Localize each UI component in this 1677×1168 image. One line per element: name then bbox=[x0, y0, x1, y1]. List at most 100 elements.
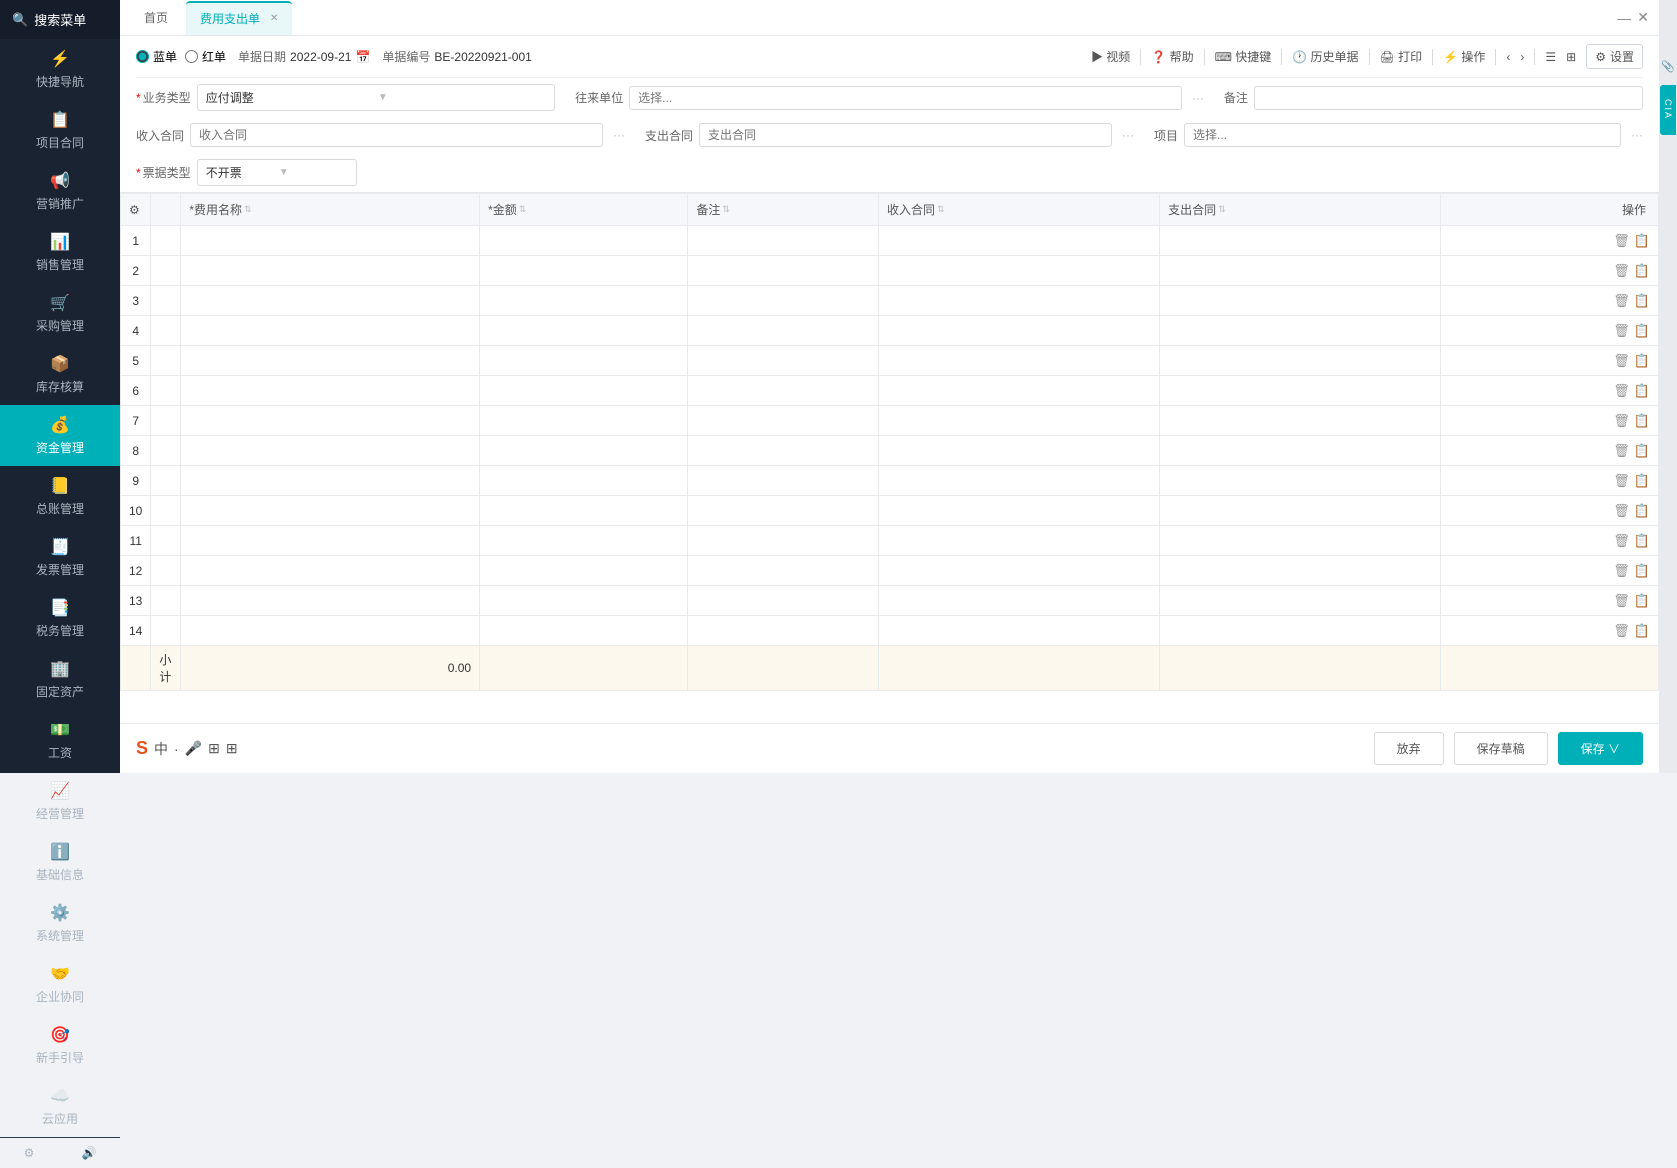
sidebar-item-sys[interactable]: ⚙️ 系统管理 bbox=[0, 893, 120, 954]
radio-blue-label[interactable]: 蓝单 bbox=[136, 48, 177, 65]
copy-icon[interactable]: 📋 bbox=[1634, 533, 1650, 548]
copy-icon[interactable]: 📋 bbox=[1634, 383, 1650, 398]
delete-icon[interactable]: 🗑 bbox=[1613, 503, 1630, 518]
tab-close-icon[interactable]: ✕ bbox=[270, 13, 278, 24]
action-print[interactable]: 🖨 打印 bbox=[1380, 48, 1423, 65]
subtotal-empty3 bbox=[879, 646, 1160, 691]
sidebar-item-collab[interactable]: 🤝 企业协同 bbox=[0, 954, 120, 1015]
copy-icon[interactable]: 📋 bbox=[1634, 443, 1650, 458]
radio-blue[interactable] bbox=[136, 50, 149, 63]
sidebar-item-assets[interactable]: 🏢 固定资产 bbox=[0, 649, 120, 710]
remark-input[interactable] bbox=[1254, 86, 1643, 110]
copy-icon[interactable]: 📋 bbox=[1634, 263, 1650, 278]
copy-icon[interactable]: 📋 bbox=[1634, 413, 1650, 428]
delete-icon[interactable]: 🗑 bbox=[1613, 533, 1630, 548]
sidebar-item-purchase[interactable]: 🛒 采购管理 bbox=[0, 283, 120, 344]
cia-tab[interactable]: CIA bbox=[1660, 85, 1676, 135]
copy-icon[interactable]: 📋 bbox=[1634, 503, 1650, 518]
copy-icon[interactable]: 📋 bbox=[1634, 323, 1650, 338]
delete-icon[interactable]: 🗑 bbox=[1613, 623, 1630, 638]
sidebar-item-capital[interactable]: 💰 资金管理 bbox=[0, 405, 120, 466]
sidebar-search[interactable]: 🔍 搜索菜单 bbox=[0, 0, 120, 39]
side-panel-icon1[interactable]: 📎 bbox=[1661, 60, 1675, 73]
sidebar-item-sales[interactable]: 📊 销售管理 bbox=[0, 222, 120, 283]
delete-icon[interactable]: 🗑 bbox=[1613, 293, 1630, 308]
project-dots-icon[interactable]: ··· bbox=[1631, 128, 1643, 142]
partner-input[interactable] bbox=[629, 86, 1182, 110]
sidebar-item-invoice[interactable]: 🧾 发票管理 bbox=[0, 527, 120, 588]
copy-icon[interactable]: 📋 bbox=[1634, 563, 1650, 578]
copy-icon[interactable]: 📋 bbox=[1634, 353, 1650, 368]
sidebar-item-project-contract[interactable]: 📋 项目合同 bbox=[0, 100, 120, 161]
project-input[interactable] bbox=[1184, 123, 1621, 147]
save-draft-button[interactable]: 保存草稿 bbox=[1454, 732, 1548, 765]
radio-red[interactable] bbox=[185, 50, 198, 63]
column-expense-contract[interactable]: 支出合同 ⇅ bbox=[1160, 194, 1441, 226]
expense-contract-dots-icon[interactable]: ··· bbox=[1122, 128, 1134, 142]
brand-zhong-icon[interactable]: 中 bbox=[154, 739, 168, 759]
sidebar-item-marketing[interactable]: 📢 营销推广 bbox=[0, 161, 120, 222]
save-button[interactable]: 保存 ∨ bbox=[1558, 732, 1643, 765]
settings-button[interactable]: ⚙ 设置 bbox=[1586, 44, 1643, 69]
sidebar-item-base-info[interactable]: ℹ️ 基础信息 bbox=[0, 832, 120, 893]
brand-grid1-icon[interactable]: ⊞ bbox=[208, 740, 220, 757]
column-income-contract[interactable]: 收入合同 ⇅ bbox=[879, 194, 1160, 226]
income-contract-input[interactable] bbox=[190, 123, 603, 147]
biz-type-select[interactable]: 应付调整 ▼ bbox=[197, 84, 555, 111]
sidebar-item-quick-nav[interactable]: ⚡ 快捷导航 bbox=[0, 39, 120, 100]
brand-dot-icon[interactable]: · bbox=[174, 741, 179, 757]
settings-icon[interactable]: ⚙ bbox=[24, 1146, 35, 1160]
view-grid-btn[interactable]: ⊞ bbox=[1566, 50, 1576, 64]
copy-icon[interactable]: 📋 bbox=[1634, 593, 1650, 608]
delete-icon[interactable]: 🗑 bbox=[1613, 593, 1630, 608]
action-history[interactable]: 🕐 历史单据 bbox=[1292, 48, 1358, 65]
delete-icon[interactable]: 🗑 bbox=[1613, 383, 1630, 398]
expense-contract-input[interactable] bbox=[699, 123, 1112, 147]
tab-home[interactable]: 首页 bbox=[130, 1, 182, 35]
nav-prev-btn[interactable]: ‹ bbox=[1506, 50, 1510, 64]
column-gear[interactable]: ⚙ bbox=[121, 194, 151, 226]
base-info-icon: ℹ️ bbox=[50, 842, 70, 862]
column-amount[interactable]: *金额 ⇅ bbox=[480, 194, 688, 226]
sidebar-item-ops[interactable]: 📈 经营管理 bbox=[0, 771, 120, 832]
radio-red-label[interactable]: 红单 bbox=[185, 48, 226, 65]
column-expense-name[interactable]: *费用名称 ⇅ bbox=[181, 194, 480, 226]
delete-icon[interactable]: 🗑 bbox=[1613, 563, 1630, 578]
sidebar-item-new-guide[interactable]: 🎯 新手引导 bbox=[0, 1015, 120, 1076]
volume-icon[interactable]: 🔊 bbox=[81, 1146, 96, 1160]
nav-next-btn[interactable]: › bbox=[1520, 50, 1524, 64]
column-remark[interactable]: 备注 ⇅ bbox=[688, 194, 879, 226]
delete-icon[interactable]: 🗑 bbox=[1613, 413, 1630, 428]
close-button[interactable]: ✕ bbox=[1637, 9, 1649, 26]
calendar-icon[interactable]: 📅 bbox=[355, 50, 370, 64]
brand-mic-icon[interactable]: 🎤 bbox=[185, 740, 202, 757]
sidebar-item-inventory[interactable]: 📦 库存核算 bbox=[0, 344, 120, 405]
sidebar-item-cloud[interactable]: ☁️ 云应用 bbox=[0, 1076, 120, 1137]
delete-icon[interactable]: 🗑 bbox=[1613, 473, 1630, 488]
minimize-button[interactable]: — bbox=[1617, 10, 1631, 26]
invoice-type-select[interactable]: 不开票 ▼ bbox=[197, 159, 357, 186]
sidebar-item-salary[interactable]: 💵 工资 bbox=[0, 710, 120, 771]
action-shortcut[interactable]: ⌨ 快捷键 bbox=[1215, 48, 1272, 65]
income-contract-dots-icon[interactable]: ··· bbox=[613, 128, 625, 142]
tab-expense[interactable]: 费用支出单 ✕ bbox=[186, 1, 292, 35]
view-list-btn[interactable]: ☰ bbox=[1545, 50, 1556, 64]
delete-icon[interactable]: 🗑 bbox=[1613, 443, 1630, 458]
delete-icon[interactable]: 🗑 bbox=[1613, 263, 1630, 278]
copy-icon[interactable]: 📋 bbox=[1634, 233, 1650, 248]
abandon-button[interactable]: 放弃 bbox=[1374, 732, 1444, 765]
delete-icon[interactable]: 🗑 bbox=[1613, 233, 1630, 248]
action-video[interactable]: ▶ 视频 bbox=[1091, 48, 1130, 65]
delete-icon[interactable]: 🗑 bbox=[1613, 323, 1630, 338]
copy-icon[interactable]: 📋 bbox=[1634, 293, 1650, 308]
action-help[interactable]: ❓ 帮助 bbox=[1151, 48, 1193, 65]
action-operation[interactable]: ⚡ 操作 bbox=[1443, 48, 1485, 65]
sidebar-item-ledger[interactable]: 📒 总账管理 bbox=[0, 466, 120, 527]
brand-grid2-icon[interactable]: ⊞ bbox=[226, 740, 238, 757]
partner-dots-icon[interactable]: ··· bbox=[1192, 91, 1204, 105]
copy-icon[interactable]: 📋 bbox=[1634, 623, 1650, 638]
sidebar-item-tax[interactable]: 📑 税务管理 bbox=[0, 588, 120, 649]
invoice-type-value: 不开票 bbox=[206, 164, 275, 181]
delete-icon[interactable]: 🗑 bbox=[1613, 353, 1630, 368]
copy-icon[interactable]: 📋 bbox=[1634, 473, 1650, 488]
